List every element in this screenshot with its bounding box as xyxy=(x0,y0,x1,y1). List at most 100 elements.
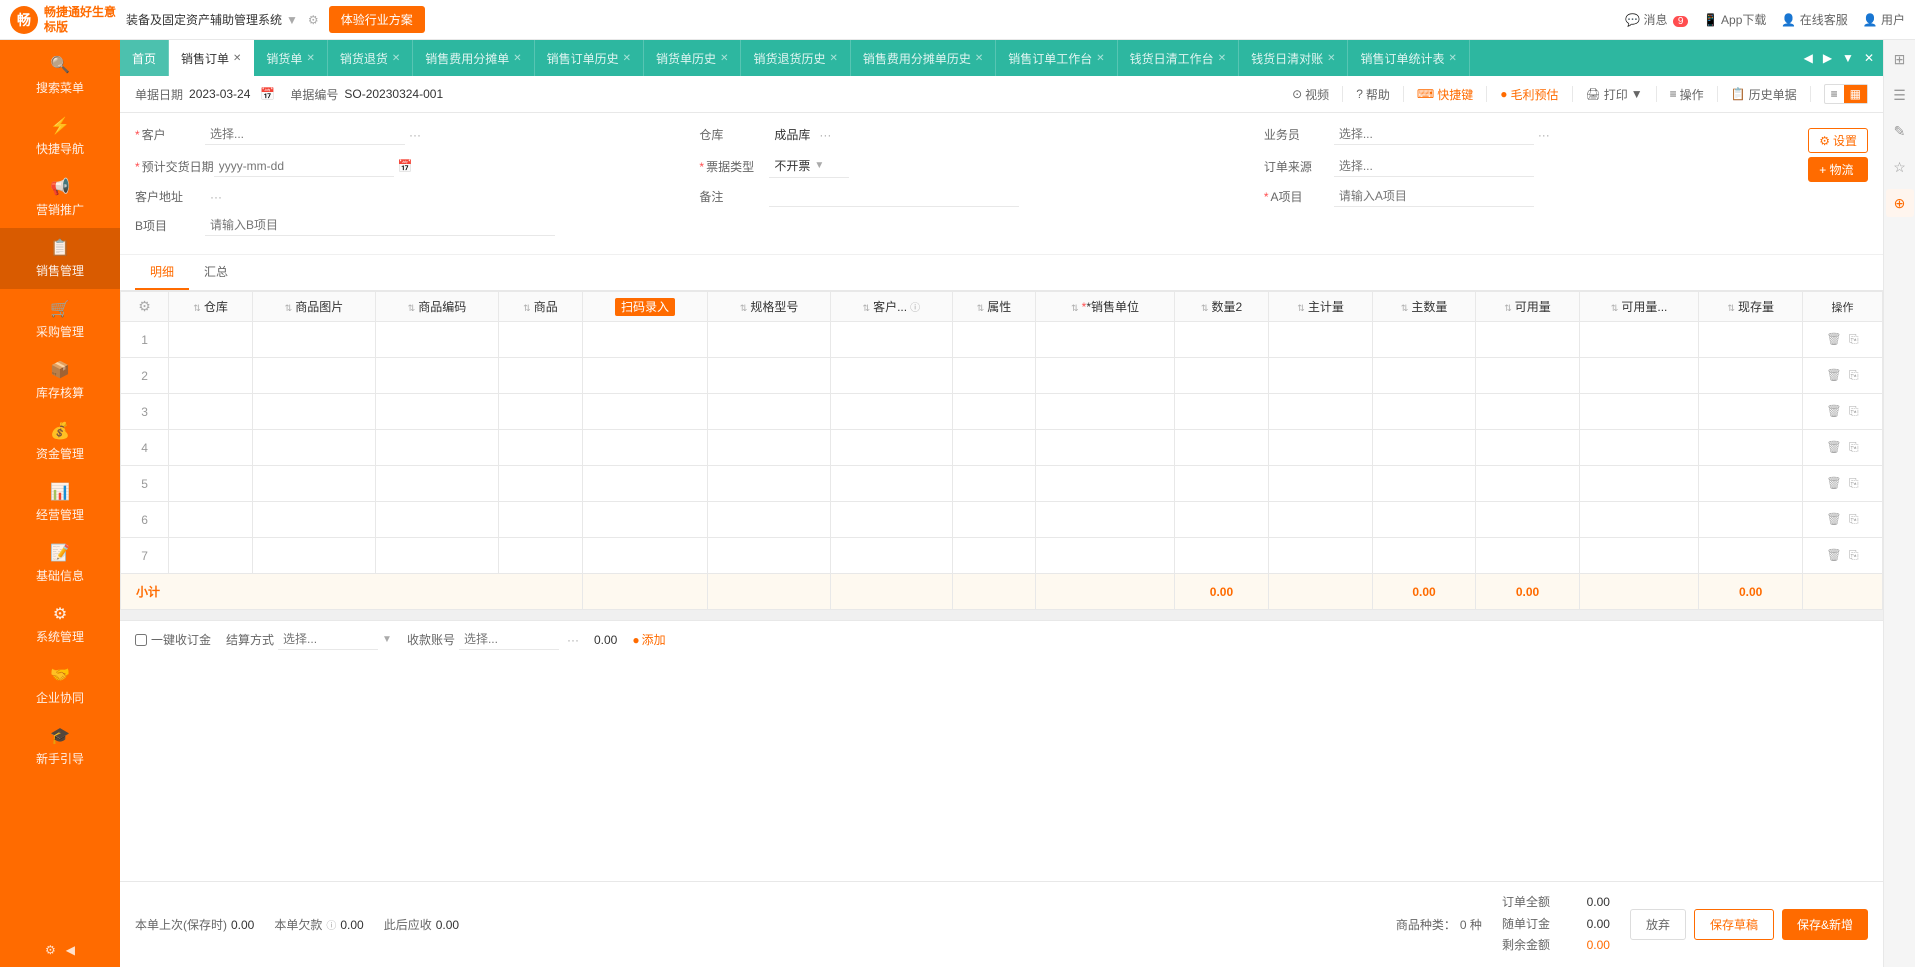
row-4-delete-icon[interactable]: 🗑 xyxy=(1826,440,1841,454)
row-7-main-qty[interactable] xyxy=(1372,538,1475,574)
tab-sales-order[interactable]: 销售订单 ✕ xyxy=(169,40,254,76)
row-7-delete-icon[interactable]: 🗑 xyxy=(1826,548,1841,562)
help-action[interactable]: ? 帮助 xyxy=(1356,86,1390,103)
row-2-code[interactable] xyxy=(375,358,498,394)
row-7-product[interactable] xyxy=(498,538,582,574)
industry-button[interactable]: 体验行业方案 xyxy=(329,6,425,33)
row-6-copy-icon[interactable]: ⎘ xyxy=(1849,512,1859,526)
sidebar-item-operations[interactable]: 📊 经营管理 xyxy=(0,472,120,533)
row-2-attribute[interactable] xyxy=(952,358,1036,394)
view-action[interactable]: ⊙ 视频 xyxy=(1292,86,1329,103)
row-5-warehouse[interactable] xyxy=(169,466,253,502)
row-6-product[interactable] xyxy=(498,502,582,538)
remark-input[interactable] xyxy=(769,186,1019,207)
row-4-code[interactable] xyxy=(375,430,498,466)
sidebar-item-search[interactable]: 🔍 搜索菜单 xyxy=(0,45,120,106)
tab-close-cash-daily[interactable]: ✕ xyxy=(1218,53,1226,64)
warehouse-more[interactable]: ··· xyxy=(819,128,831,142)
sidebar-item-quick-nav[interactable]: ⚡ 快捷导航 xyxy=(0,106,120,167)
row-1-copy-icon[interactable]: ⎘ xyxy=(1849,332,1859,346)
row-7-copy-icon[interactable]: ⎘ xyxy=(1849,548,1859,562)
right-icon-1[interactable]: ⊞ xyxy=(1886,45,1914,73)
add-button[interactable]: ● 添加 xyxy=(632,631,665,648)
row-1-delete-icon[interactable]: 🗑 xyxy=(1826,332,1841,346)
tab-sales-fee-split[interactable]: 销售费用分摊单 ✕ xyxy=(413,40,534,76)
sidebar-item-sales[interactable]: 📋 销售管理 xyxy=(0,228,120,289)
list-view-btn[interactable]: ≡ xyxy=(1825,85,1844,103)
tab-close-return-history[interactable]: ✕ xyxy=(720,53,728,64)
tab-sales-order-workbench[interactable]: 销售订单工作台 ✕ xyxy=(996,40,1117,76)
tab-close-sales-stats[interactable]: ✕ xyxy=(1449,53,1457,64)
row-3-sales-unit[interactable] xyxy=(1036,394,1174,430)
row-3-spec[interactable] xyxy=(708,394,831,430)
operations-action[interactable]: ≡ 操作 xyxy=(1670,86,1704,103)
row-4-qty2[interactable] xyxy=(1174,430,1269,466)
row-6-attribute[interactable] xyxy=(952,502,1036,538)
row-6-customer-code[interactable] xyxy=(831,502,952,538)
app-download[interactable]: 📱 App下载 xyxy=(1703,11,1766,28)
row-6-main-qty[interactable] xyxy=(1372,502,1475,538)
settings-button[interactable]: ⚙ 设置 xyxy=(1808,128,1868,153)
sidebar-item-purchase[interactable]: 🛒 采购管理 xyxy=(0,289,120,350)
row-4-main-qty[interactable] xyxy=(1372,430,1475,466)
row-1-customer-code[interactable] xyxy=(831,322,952,358)
row-5-customer-code[interactable] xyxy=(831,466,952,502)
delivery-calendar-icon[interactable]: 📅 xyxy=(398,159,413,173)
tab-sales-fee-history[interactable]: 销售费用分摊单历史 ✕ xyxy=(851,40,996,76)
row-6-delete-icon[interactable]: 🗑 xyxy=(1826,512,1841,526)
sidebar-item-marketing[interactable]: 📢 营销推广 xyxy=(0,167,120,228)
tab-sales-return-history[interactable]: 销货单历史 ✕ xyxy=(644,40,741,76)
row-1-main-qty[interactable] xyxy=(1372,322,1475,358)
row-4-product[interactable] xyxy=(498,430,582,466)
tab-close-fee-history[interactable]: ✕ xyxy=(975,53,983,64)
notifications[interactable]: 💬 消息 9 xyxy=(1625,11,1688,28)
tab-menu-arrow[interactable]: ▼ xyxy=(1838,49,1858,67)
row-6-sales-unit[interactable] xyxy=(1036,502,1174,538)
tab-sales-return2[interactable]: 销货退货 ✕ xyxy=(328,40,413,76)
row-5-product[interactable] xyxy=(498,466,582,502)
invoice-select[interactable]: 不开票 ▼ xyxy=(769,154,849,178)
right-icon-2[interactable]: ☰ xyxy=(1886,81,1914,109)
sidebar-item-system[interactable]: ⚙ 系统管理 xyxy=(0,594,120,655)
row-3-product[interactable] xyxy=(498,394,582,430)
sidebar-item-finance[interactable]: 💰 资金管理 xyxy=(0,411,120,472)
row-2-customer-code[interactable] xyxy=(831,358,952,394)
row-2-copy-icon[interactable]: ⎘ xyxy=(1849,368,1859,382)
row-5-copy-icon[interactable]: ⎘ xyxy=(1849,476,1859,490)
row-2-qty2[interactable] xyxy=(1174,358,1269,394)
profit-preview-action[interactable]: ● 毛利预估 xyxy=(1500,86,1558,103)
row-3-customer-code[interactable] xyxy=(831,394,952,430)
tab-close-sales-return[interactable]: ✕ xyxy=(306,53,314,64)
row-4-copy-icon[interactable]: ⎘ xyxy=(1849,440,1859,454)
row-1-spec[interactable] xyxy=(708,322,831,358)
user-avatar[interactable]: 👤 用户 xyxy=(1863,11,1905,28)
row-3-code[interactable] xyxy=(375,394,498,430)
row-3-qty2[interactable] xyxy=(1174,394,1269,430)
right-icon-3[interactable]: ✎ xyxy=(1886,117,1914,145)
sidebar-item-basic[interactable]: 📝 基础信息 xyxy=(0,533,120,594)
tab-sales-return[interactable]: 销货单 ✕ xyxy=(254,40,327,76)
tab-sales-order-history[interactable]: 销售订单历史 ✕ xyxy=(535,40,644,76)
scroll-area[interactable] xyxy=(120,610,1883,620)
row-2-warehouse[interactable] xyxy=(169,358,253,394)
row-2-main-qty[interactable] xyxy=(1372,358,1475,394)
receipt-more[interactable]: ··· xyxy=(567,633,579,647)
row-7-code[interactable] xyxy=(375,538,498,574)
tab-home[interactable]: 首页 xyxy=(120,40,169,76)
row-7-customer-code[interactable] xyxy=(831,538,952,574)
row-6-warehouse[interactable] xyxy=(169,502,253,538)
discard-button[interactable]: 放弃 xyxy=(1630,909,1686,940)
row-1-product[interactable] xyxy=(498,322,582,358)
row-5-qty2[interactable] xyxy=(1174,466,1269,502)
history-action[interactable]: 📋 历史单据 xyxy=(1731,86,1797,103)
staff-input[interactable] xyxy=(1334,124,1534,145)
row-7-warehouse[interactable] xyxy=(169,538,253,574)
tab-close-sales-order[interactable]: ✕ xyxy=(233,53,241,64)
sidebar-item-enterprise[interactable]: 🤝 企业协同 xyxy=(0,655,120,716)
tab-next-arrow[interactable]: ▶ xyxy=(1819,49,1836,67)
sidebar-collapse-icon[interactable]: ◀ xyxy=(66,943,75,957)
row-3-delete-icon[interactable]: 🗑 xyxy=(1826,404,1841,418)
row-1-sales-unit[interactable] xyxy=(1036,322,1174,358)
sidebar-settings-icon[interactable]: ⚙ xyxy=(45,943,56,957)
tab-cash-daily[interactable]: 钱货日清工作台 ✕ xyxy=(1118,40,1239,76)
